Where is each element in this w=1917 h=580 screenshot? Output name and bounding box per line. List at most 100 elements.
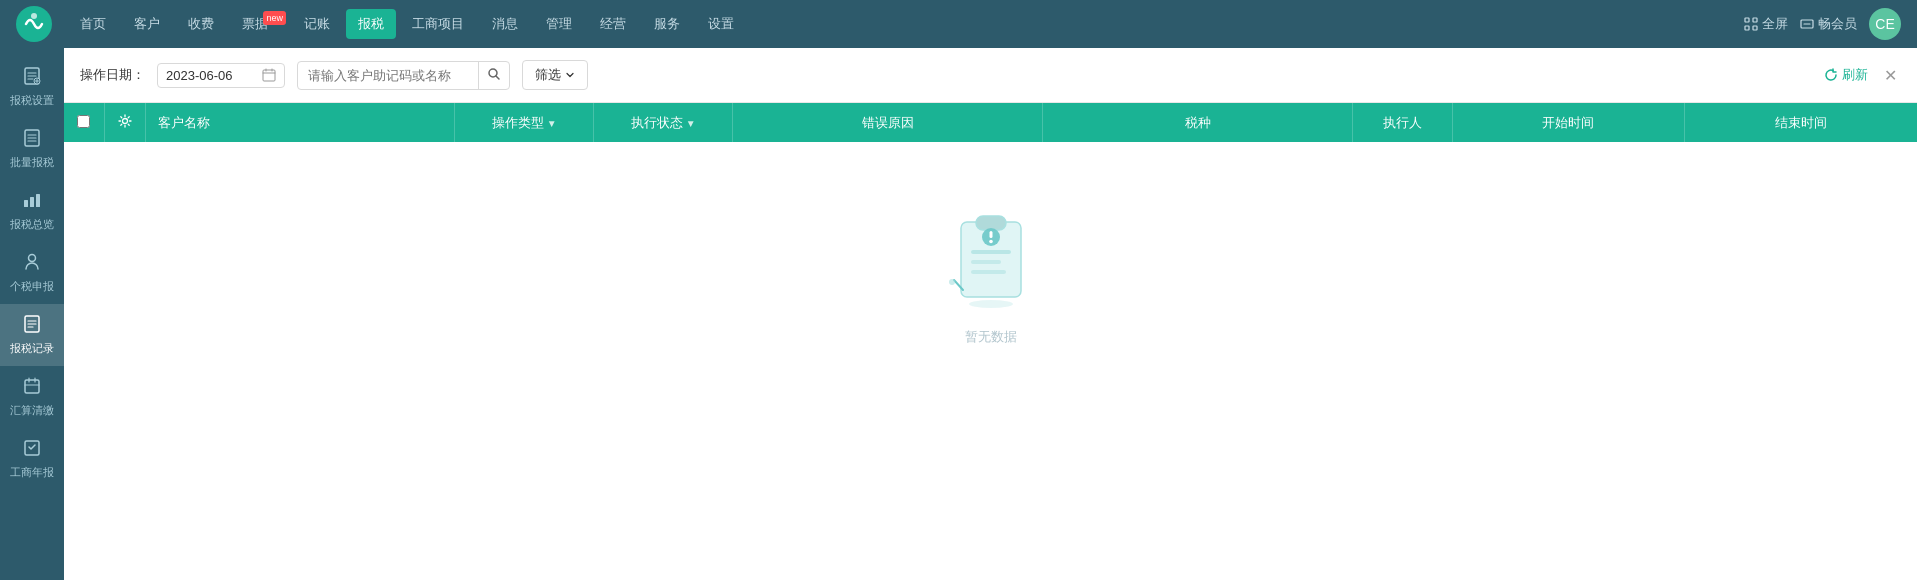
sidebar-item-annual-settlement[interactable]: 汇算清缴	[0, 366, 64, 428]
filter-button[interactable]: 筛选	[522, 60, 588, 90]
th-settings[interactable]	[104, 103, 145, 142]
svg-rect-21	[976, 216, 1006, 230]
th-err-reason: 错误原因	[733, 103, 1043, 142]
main-layout: 报税设置 批量报税 报税总览	[0, 48, 1917, 580]
th-exec-status[interactable]: 执行状态	[594, 103, 733, 142]
app-logo[interactable]	[16, 6, 52, 42]
chevron-down-icon	[565, 70, 575, 80]
new-badge: new	[263, 11, 286, 25]
empty-text: 暂无数据	[965, 328, 1017, 346]
search-input[interactable]	[298, 63, 478, 88]
sidebar-label-tax-records: 报税记录	[10, 341, 54, 356]
sidebar-item-batch-tax[interactable]: 批量报税	[0, 118, 64, 180]
close-button[interactable]: ✕	[1880, 62, 1901, 89]
empty-icon	[941, 202, 1041, 312]
tax-records-icon	[22, 314, 42, 337]
member-button[interactable]: 畅会员	[1800, 15, 1857, 33]
sidebar-item-annual-report[interactable]: 工商年报	[0, 428, 64, 490]
data-table: 客户名称 操作类型 执行状态 错误原因 税种 执行人 开始时间 结束时间	[64, 103, 1917, 406]
svg-rect-26	[989, 231, 992, 238]
svg-rect-10	[24, 200, 28, 207]
nav-items-list: 首页 客户 收费 票据 new 记账 报税 工商项目 消息 管理 经营 服务 设…	[68, 9, 1744, 39]
sidebar-label-batch-tax: 批量报税	[10, 155, 54, 170]
sidebar-item-tax-settings[interactable]: 报税设置	[0, 56, 64, 118]
search-icon	[487, 67, 501, 81]
th-op-type[interactable]: 操作类型	[455, 103, 594, 142]
settings-icon	[117, 113, 133, 129]
sidebar-item-tax-overview[interactable]: 报税总览	[0, 180, 64, 242]
nav-item-billing[interactable]: 收费	[176, 9, 226, 39]
nav-item-messages[interactable]: 消息	[480, 9, 530, 39]
nav-item-invoice[interactable]: 票据 new	[230, 9, 288, 39]
nav-item-manage[interactable]: 管理	[534, 9, 584, 39]
th-checkbox[interactable]	[64, 103, 104, 142]
empty-state-row: 暂无数据	[64, 142, 1917, 406]
svg-rect-23	[971, 260, 1001, 264]
search-wrapper	[297, 61, 510, 90]
tax-overview-icon	[22, 190, 42, 213]
date-input[interactable]	[166, 68, 256, 83]
nav-item-accounting[interactable]: 记账	[292, 9, 342, 39]
nav-item-customer[interactable]: 客户	[122, 9, 172, 39]
svg-rect-2	[1745, 18, 1749, 22]
tax-settings-icon	[22, 66, 42, 89]
svg-point-30	[969, 300, 1013, 308]
svg-rect-15	[25, 380, 39, 393]
table-container: 客户名称 操作类型 执行状态 错误原因 税种 执行人 开始时间 结束时间	[64, 103, 1917, 580]
svg-point-19	[122, 119, 127, 124]
table-header-row: 客户名称 操作类型 执行状态 错误原因 税种 执行人 开始时间 结束时间	[64, 103, 1917, 142]
sidebar-label-annual-settlement: 汇算清缴	[10, 403, 54, 418]
svg-rect-11	[30, 197, 34, 207]
nav-item-home[interactable]: 首页	[68, 9, 118, 39]
batch-tax-icon	[22, 128, 42, 151]
svg-rect-4	[1745, 26, 1749, 30]
svg-point-27	[989, 240, 993, 244]
top-navigation: 首页 客户 收费 票据 new 记账 报税 工商项目 消息 管理 经营 服务 设…	[0, 0, 1917, 48]
sidebar-label-annual-report: 工商年报	[10, 465, 54, 480]
search-button[interactable]	[478, 62, 509, 89]
annual-report-icon	[22, 438, 42, 461]
nav-item-settings[interactable]: 设置	[696, 9, 746, 39]
sidebar-label-personal-tax: 个税申报	[10, 279, 54, 294]
nav-item-tax[interactable]: 报税	[346, 9, 396, 39]
svg-point-29	[949, 279, 955, 285]
th-tax-type: 税种	[1043, 103, 1353, 142]
svg-rect-3	[1753, 18, 1757, 22]
personal-tax-icon	[22, 252, 42, 275]
empty-state: 暂无数据	[64, 142, 1917, 406]
toolbar: 操作日期： 筛选	[64, 48, 1917, 103]
annual-settlement-icon	[22, 376, 42, 399]
th-customer-name: 客户名称	[145, 103, 455, 142]
select-all-checkbox[interactable]	[77, 115, 90, 128]
fullscreen-button[interactable]: 全屏	[1744, 15, 1788, 33]
member-label: 畅会员	[1818, 15, 1857, 33]
sidebar-label-tax-overview: 报税总览	[10, 217, 54, 232]
calendar-icon	[262, 68, 276, 82]
svg-rect-24	[971, 270, 1006, 274]
th-start-time: 开始时间	[1452, 103, 1684, 142]
sidebar-item-personal-tax[interactable]: 个税申报	[0, 242, 64, 304]
sidebar: 报税设置 批量报税 报税总览	[0, 48, 64, 580]
nav-item-service[interactable]: 服务	[642, 9, 692, 39]
nav-item-operations[interactable]: 经营	[588, 9, 638, 39]
sidebar-label-tax-settings: 报税设置	[10, 93, 54, 108]
filter-label: 筛选	[535, 66, 561, 84]
content-area: 操作日期： 筛选	[64, 48, 1917, 580]
date-label: 操作日期：	[80, 66, 145, 84]
svg-rect-12	[36, 194, 40, 207]
svg-point-1	[31, 13, 37, 19]
top-nav-right: 全屏 畅会员 CE	[1744, 8, 1901, 40]
svg-rect-17	[263, 70, 275, 81]
nav-item-business[interactable]: 工商项目	[400, 9, 476, 39]
svg-rect-5	[1753, 26, 1757, 30]
th-end-time: 结束时间	[1684, 103, 1917, 142]
user-avatar[interactable]: CE	[1869, 8, 1901, 40]
sidebar-item-tax-records[interactable]: 报税记录	[0, 304, 64, 366]
refresh-label: 刷新	[1842, 66, 1868, 84]
refresh-button[interactable]: 刷新	[1824, 66, 1868, 84]
svg-rect-22	[971, 250, 1011, 254]
fullscreen-label: 全屏	[1762, 15, 1788, 33]
refresh-icon	[1824, 68, 1838, 82]
th-executor: 执行人	[1353, 103, 1452, 142]
date-picker[interactable]	[157, 63, 285, 88]
